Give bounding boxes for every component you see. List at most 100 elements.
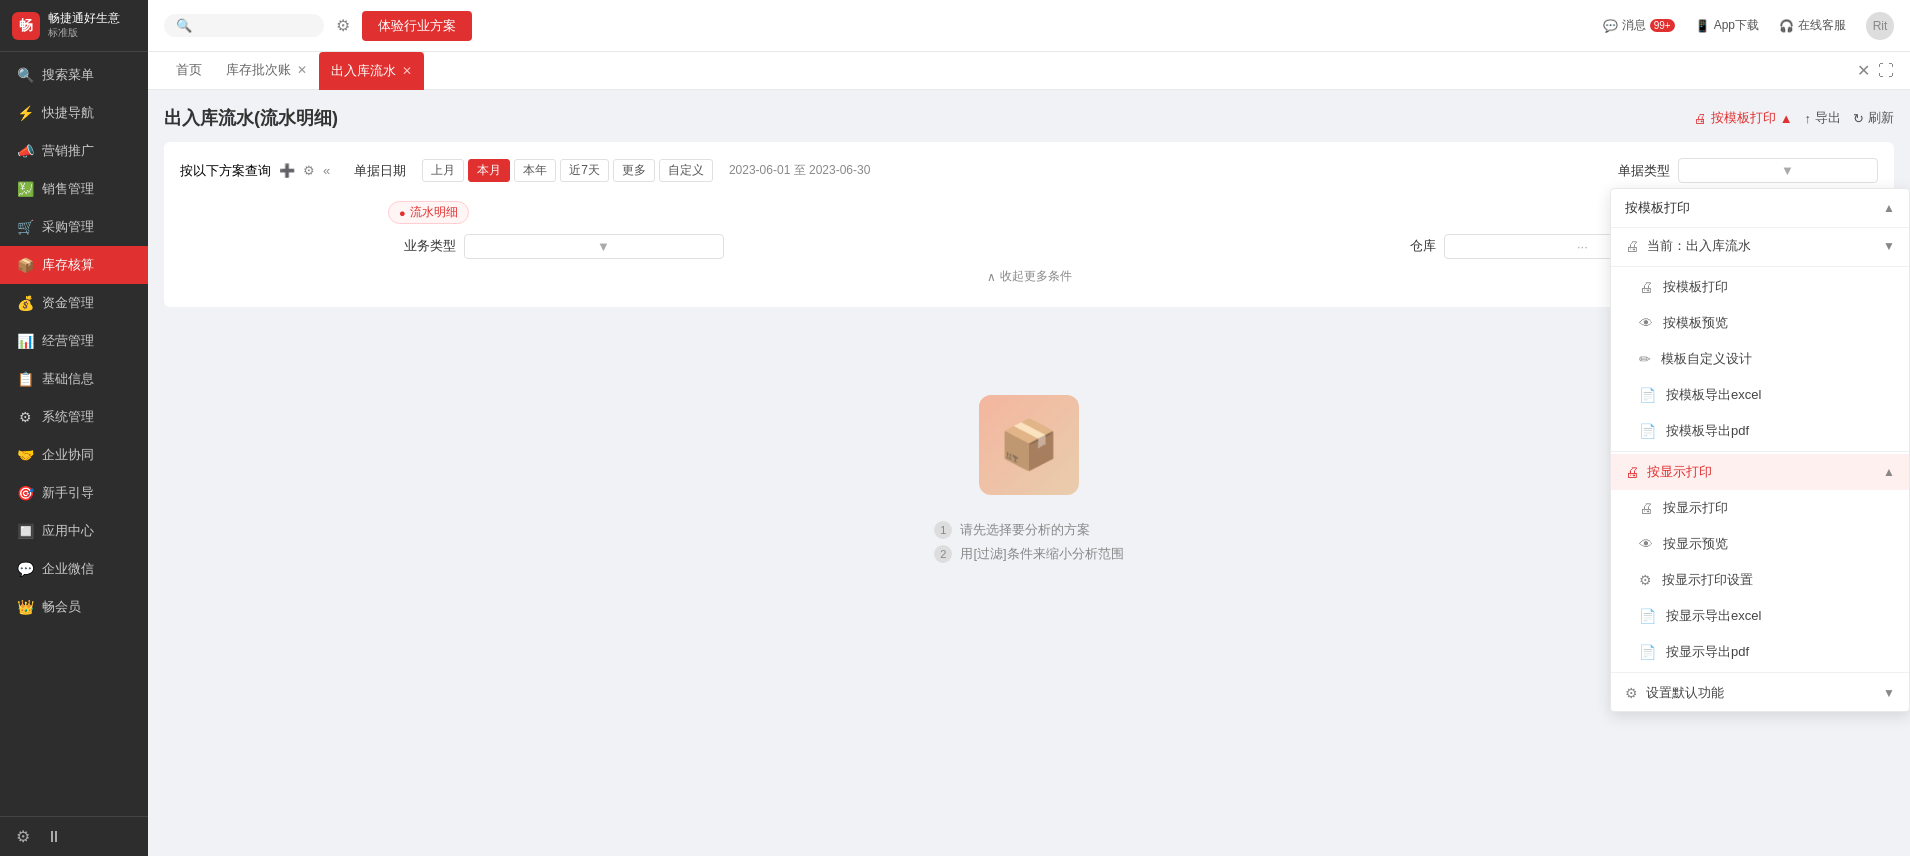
sidebar-item-wechat[interactable]: 💬企业微信: [0, 550, 148, 588]
refresh-button[interactable]: ↻ 刷新: [1853, 109, 1894, 127]
sidebar-item-member[interactable]: 👑畅会员: [0, 588, 148, 626]
template-print-label: 按模板打印: [1663, 278, 1728, 296]
tab-flow-label: 出入库流水: [331, 62, 396, 80]
sidebar-item-label: 资金管理: [42, 294, 94, 312]
display-section-icon: 🖨: [1625, 464, 1639, 480]
main-area: 🔍 ⚙ 体验行业方案 💬 消息 99+ 📱 App下载 🎧 在线客服 Rit: [148, 0, 1910, 856]
dropdown-item-display-export-pdf[interactable]: 📄按显示导出pdf: [1611, 634, 1909, 670]
date-range-text: 2023-06-01 至 2023-06-30: [729, 162, 870, 179]
export-button[interactable]: ↑ 导出: [1805, 109, 1842, 127]
sidebar-item-basic[interactable]: 📋基础信息: [0, 360, 148, 398]
tab-batch-close[interactable]: ✕: [297, 63, 307, 77]
step-2-number: 2: [934, 545, 952, 563]
set-default-function[interactable]: ⚙ 设置默认功能 ▼: [1611, 675, 1909, 711]
headset-icon: 🎧: [1779, 19, 1794, 33]
sidebar-item-apps[interactable]: 🔲应用中心: [0, 512, 148, 550]
sidebar-item-label: 销售管理: [42, 180, 94, 198]
type-select[interactable]: ▼: [1678, 158, 1878, 183]
print-template-button[interactable]: 🖨 按模板打印 ▲: [1694, 109, 1793, 127]
display-section-header[interactable]: 🖨 按显示打印 ▲: [1611, 454, 1909, 490]
form-label-group: 按以下方案查询 ➕ ⚙ «: [180, 162, 330, 180]
dropdown-item-template-print[interactable]: 🖨 按模板打印: [1611, 269, 1909, 305]
print-label: 按模板打印: [1711, 109, 1776, 127]
tab-flow[interactable]: 出入库流水 ✕: [319, 52, 424, 90]
date-btn-last-month[interactable]: 上月: [422, 159, 464, 182]
sidebar-item-system[interactable]: ⚙系统管理: [0, 398, 148, 436]
sidebar-item-collab[interactable]: 🤝企业协同: [0, 436, 148, 474]
finance-icon: 💰: [16, 294, 34, 312]
system-icon: ⚙: [16, 408, 34, 426]
add-icon[interactable]: ➕: [279, 163, 295, 178]
collapse-icon[interactable]: ⏸: [46, 828, 62, 846]
date-filter-group: 上月 本月 本年 近7天 更多 自定义: [422, 159, 713, 182]
operation-icon: 📊: [16, 332, 34, 350]
tab-home[interactable]: 首页: [164, 52, 214, 90]
app-icon: 📱: [1695, 19, 1710, 33]
dropdown-item-template-preview[interactable]: 👁按模板预览: [1611, 305, 1909, 341]
search-tag-flow[interactable]: ● 流水明细: [388, 201, 469, 224]
sidebar-item-inventory[interactable]: 📦库存核算: [0, 246, 148, 284]
date-btn-this-year[interactable]: 本年: [514, 159, 556, 182]
sidebar-item-operation[interactable]: 📊经营管理: [0, 322, 148, 360]
sidebar-item-label: 新手引导: [42, 484, 94, 502]
sidebar-item-marketing[interactable]: 📣营销推广: [0, 132, 148, 170]
search-icon: 🔍: [16, 66, 34, 84]
display-settings-label: 按显示打印设置: [1662, 571, 1753, 589]
dropdown-item-template-export-pdf[interactable]: 📄按模板导出pdf: [1611, 413, 1909, 449]
dropdown-item-template-custom[interactable]: ✏模板自定义设计: [1611, 341, 1909, 377]
manage-icon[interactable]: ⚙: [303, 163, 315, 178]
date-btn-this-month[interactable]: 本月: [468, 159, 510, 182]
template-export-excel-label: 按模板导出excel: [1666, 386, 1761, 404]
topbar-search-box[interactable]: 🔍: [164, 14, 324, 37]
topbar: 🔍 ⚙ 体验行业方案 💬 消息 99+ 📱 App下载 🎧 在线客服 Rit: [148, 0, 1910, 52]
dropdown-current[interactable]: 🖨 当前：出入库流水 ▼: [1611, 228, 1909, 264]
current-label: 当前：出入库流水: [1647, 237, 1751, 255]
dropdown-collapse-icon[interactable]: ▲: [1883, 201, 1895, 215]
date-btn-custom[interactable]: 自定义: [659, 159, 713, 182]
message-button[interactable]: 💬 消息 99+: [1603, 17, 1675, 34]
online-service-label: 在线客服: [1798, 17, 1846, 34]
date-btn-7days[interactable]: 近7天: [560, 159, 609, 182]
settings-gear-icon[interactable]: ⚙: [336, 16, 350, 35]
tab-flow-close[interactable]: ✕: [402, 64, 412, 78]
tab-close-all-icon[interactable]: ✕: [1857, 61, 1870, 80]
logo-subtitle: 标准版: [48, 26, 120, 40]
sidebar-item-label: 快捷导航: [42, 104, 94, 122]
sidebar-item-label: 基础信息: [42, 370, 94, 388]
settings-icon[interactable]: ⚙: [16, 827, 30, 846]
logo-title: 畅捷通好生意: [48, 11, 120, 27]
sidebar-nav: 🔍搜索菜单⚡快捷导航📣营销推广💹销售管理🛒采购管理📦库存核算 💰 资金管理 📊经营管理…: [0, 52, 148, 816]
tab-expand-icon[interactable]: ⛶: [1878, 62, 1894, 80]
trial-button[interactable]: 体验行业方案: [362, 11, 472, 41]
display-export-pdf-icon: 📄: [1639, 644, 1656, 660]
date-btn-more[interactable]: 更多: [613, 159, 655, 182]
app-download-button[interactable]: 📱 App下载: [1695, 17, 1759, 34]
online-service-button[interactable]: 🎧 在线客服: [1779, 17, 1846, 34]
sidebar-item-search[interactable]: 🔍搜索菜单: [0, 56, 148, 94]
sidebar-item-finance[interactable]: 💰 资金管理: [0, 284, 148, 322]
dropdown-item-template-export-excel[interactable]: 📄 按模板导出excel: [1611, 377, 1909, 413]
tag-icon: ●: [399, 207, 406, 219]
sidebar-item-guide[interactable]: 🎯新手引导: [0, 474, 148, 512]
template-export-excel-icon: 📄: [1639, 387, 1656, 403]
logo-icon: 畅: [12, 12, 40, 40]
dropdown-item-display-preview[interactable]: 👁按显示预览: [1611, 526, 1909, 562]
collab-icon: 🤝: [16, 446, 34, 464]
dropdown-item-display-export-excel[interactable]: 📄按显示导出excel: [1611, 598, 1909, 634]
dropdown-item-display-print[interactable]: 🖨按显示打印: [1611, 490, 1909, 526]
tab-batch[interactable]: 库存批次账 ✕: [214, 52, 319, 90]
sidebar-item-quick-nav[interactable]: ⚡快捷导航: [0, 94, 148, 132]
default-icon: ⚙: [1625, 685, 1638, 701]
dropdown-item-display-settings[interactable]: ⚙按显示打印设置: [1611, 562, 1909, 598]
business-type-select[interactable]: ▼: [464, 234, 724, 259]
print-chevron-up-icon: ▲: [1780, 111, 1793, 126]
tag-label: 流水明细: [410, 204, 458, 221]
sidebar-item-sales[interactable]: 💹销售管理: [0, 170, 148, 208]
sidebar-item-purchase[interactable]: 🛒采购管理: [0, 208, 148, 246]
search-input[interactable]: [198, 19, 312, 33]
collapse-left-icon[interactable]: «: [323, 163, 330, 178]
user-avatar-button[interactable]: Rit: [1866, 12, 1894, 40]
export-icon: ↑: [1805, 111, 1812, 126]
template-print-icon: 🖨: [1639, 279, 1653, 295]
inventory-icon: 📦: [16, 256, 34, 274]
